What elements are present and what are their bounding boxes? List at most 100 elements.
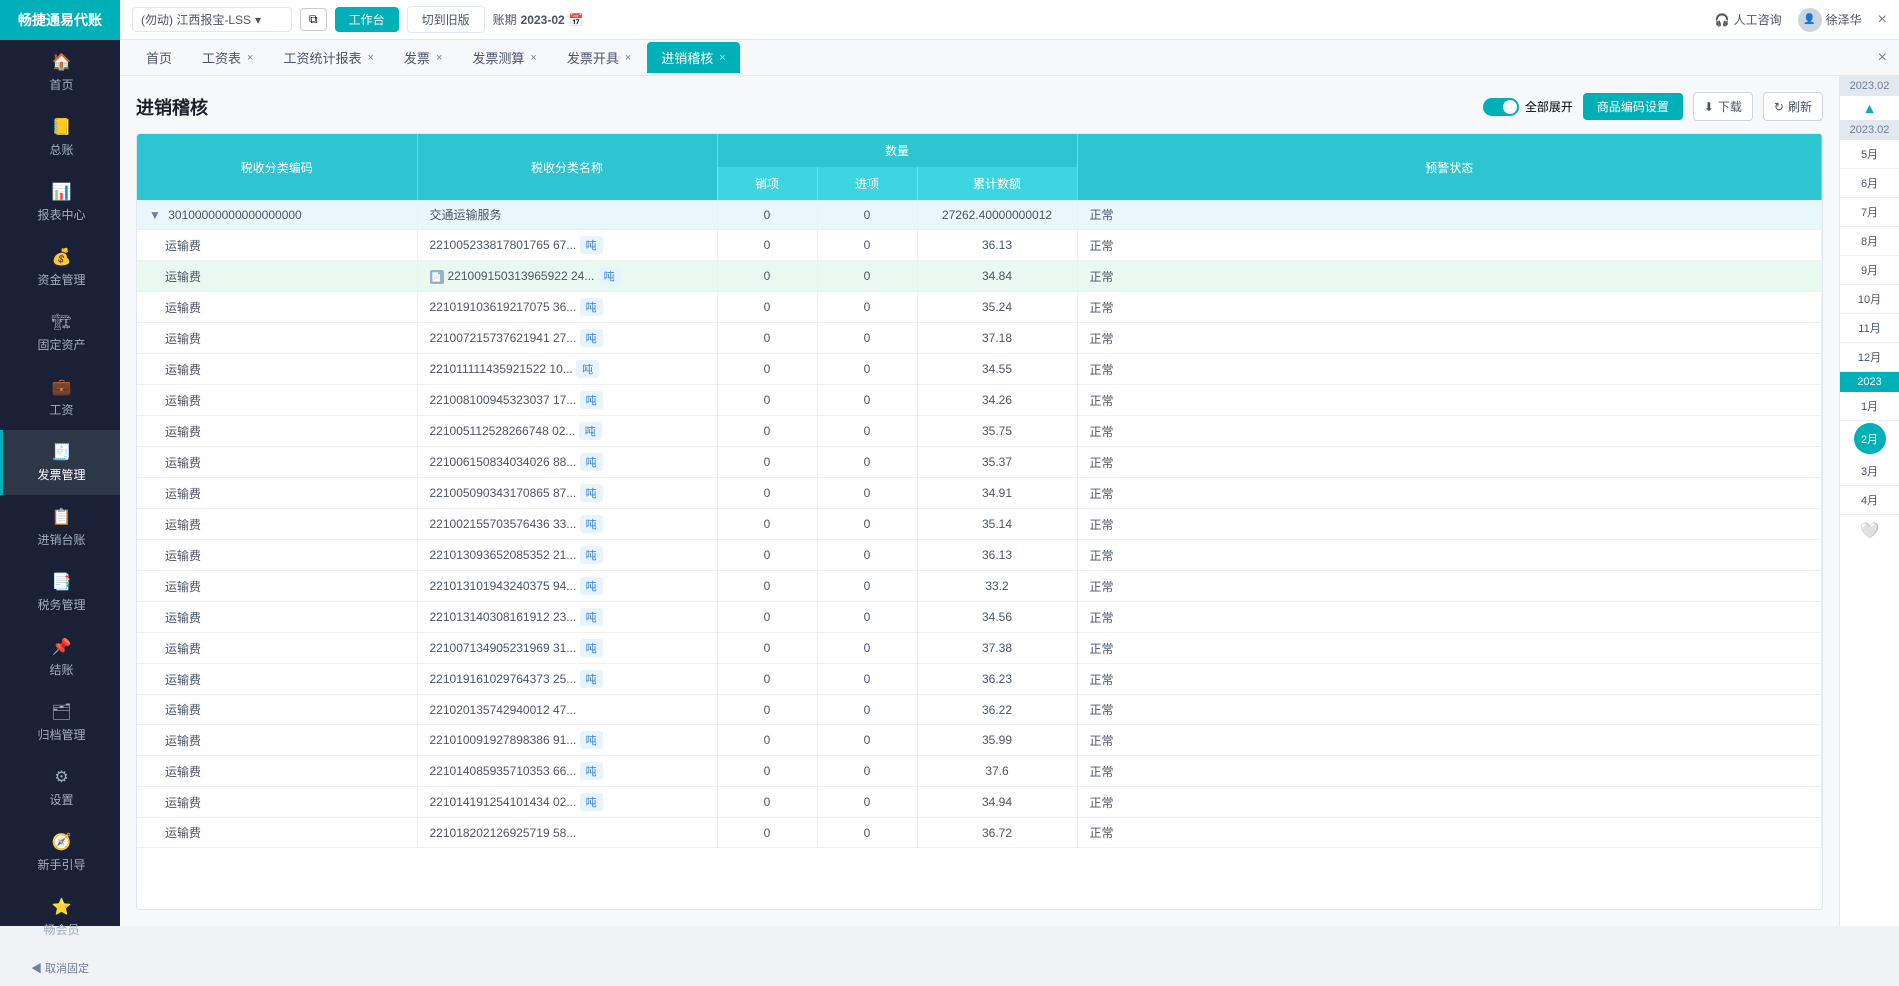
close-icon[interactable]: × (367, 52, 373, 64)
month-10[interactable]: 10月 (1840, 285, 1899, 314)
sidebar-item-member[interactable]: ⭐ 畅会员 (0, 885, 120, 950)
sidebar-item-label: 设置 (49, 791, 73, 808)
sidebar-item-settings[interactable]: ⚙ 设置 (0, 755, 120, 820)
invoices-icon: 🧾 (52, 442, 72, 462)
cell-code: 运输费 (137, 540, 417, 571)
month-12[interactable]: 12月 (1840, 343, 1899, 372)
cell-code: 运输费 (137, 725, 417, 756)
tab-invoice-calc[interactable]: 发票测算 × (458, 42, 550, 73)
table-row[interactable]: 运输费 221019161029764373 25... 吨 0 0 36.23… (137, 664, 1822, 695)
table-row[interactable]: 运输费 221005233817801765 67... 吨 0 0 36.13… (137, 230, 1822, 261)
cell-status: 正常 (1077, 664, 1822, 695)
sidebar-item-tax[interactable]: 📑 税务管理 (0, 560, 120, 625)
cell-invoice: 221014191254101434 02... 吨 (417, 787, 717, 818)
table-row[interactable]: 运输费 221013093652085352 21... 吨 0 0 36.13… (137, 540, 1822, 571)
table-row[interactable]: 运输费 221002155703576436 33... 吨 0 0 35.14… (137, 509, 1822, 540)
cell-sale: 0 (717, 540, 817, 571)
sidebar-item-closing[interactable]: 📌 结账 (0, 625, 120, 690)
table-row[interactable]: 运输费 221005090343170865 87... 吨 0 0 34.91… (137, 478, 1822, 509)
cell-invoice: 221005233817801765 67... 吨 (417, 230, 717, 261)
cell-accum: 37.6 (917, 756, 1077, 787)
table-row[interactable]: 运输费 221007215737621941 27... 吨 0 0 37.18… (137, 323, 1822, 354)
month-5[interactable]: 5月 (1840, 140, 1899, 169)
tab-reconcile[interactable]: 进销稽核 × (647, 42, 739, 73)
month-9[interactable]: 9月 (1840, 256, 1899, 285)
sidebar-item-assets[interactable]: 🏗 固定资产 (0, 300, 120, 365)
avatar: 👤 (1798, 8, 1822, 32)
sidebar-item-payroll[interactable]: 💼 工资 (0, 365, 120, 430)
page-content: 进销稽核 全部展开 商品编码设置 ⬇ 下载 ↻ 刷新 (120, 76, 1839, 926)
download-button[interactable]: ⬇ 下载 (1693, 92, 1753, 121)
closing-icon: 📌 (52, 637, 72, 657)
close-all-button[interactable]: × (1878, 49, 1887, 67)
sidebar-item-guide[interactable]: 🧭 新手引导 (0, 820, 120, 885)
month-7[interactable]: 7月 (1840, 198, 1899, 227)
refresh-button[interactable]: ↻ 刷新 (1763, 92, 1823, 121)
sidebar-item-home[interactable]: 🏠 首页 (0, 40, 120, 105)
month-8[interactable]: 8月 (1840, 227, 1899, 256)
sidebar-item-sales-ledger[interactable]: 📋 进销台账 (0, 495, 120, 560)
table-row[interactable]: 运输费 221007134905231969 31... 吨 0 0 37.38… (137, 633, 1822, 664)
tab-invoice[interactable]: 发票 × (390, 42, 456, 73)
tab-invoice-issue[interactable]: 发票开具 × (553, 42, 645, 73)
reports-icon: 📊 (52, 182, 72, 202)
tab-payroll-table[interactable]: 工资表 × (188, 42, 267, 73)
user-menu[interactable]: 👤 徐泽华 (1798, 8, 1862, 32)
month-11[interactable]: 11月 (1840, 314, 1899, 343)
table-row[interactable]: 运输费 221018202126925719 58... 0 0 36.72 正… (137, 818, 1822, 848)
table-row[interactable]: 运输费 221013101943240375 94... 吨 0 0 33.2 … (137, 571, 1822, 602)
month-2-active[interactable]: 2月 (1854, 423, 1886, 455)
chevron-down-icon: ▾ (255, 13, 261, 27)
cell-buy: 0 (817, 695, 917, 725)
company-selector[interactable]: (勿动) 江西报宝-LSS ▾ (132, 7, 292, 32)
table-row[interactable]: ▼ 30100000000000000000 交通运输服务 0 0 27262.… (137, 200, 1822, 230)
month-3[interactable]: 3月 (1840, 457, 1899, 486)
month-6[interactable]: 6月 (1840, 169, 1899, 198)
sidebar-item-finance[interactable]: 💰 资金管理 (0, 235, 120, 300)
close-icon[interactable]: × (625, 52, 631, 64)
tab-home[interactable]: 首页 (132, 42, 186, 73)
support-link[interactable]: 🎧 人工咨询 (1715, 11, 1782, 28)
scroll-up-arrow[interactable]: ▲ (1840, 96, 1899, 120)
table-row[interactable]: 运输费 221005112528266748 02... 吨 0 0 35.75… (137, 416, 1822, 447)
table-row[interactable]: 运输费 221008100945323037 17... 吨 0 0 34.26… (137, 385, 1822, 416)
switch-version-button[interactable]: 切到旧版 (407, 6, 485, 33)
table-row[interactable]: 运输费 📄221009150313965922 24... 吨 0 0 34.8… (137, 261, 1822, 292)
close-icon[interactable]: × (247, 52, 253, 64)
tag-label: 吨 (580, 608, 603, 626)
copy-button[interactable]: ⧉ (300, 8, 327, 31)
close-icon[interactable]: × (719, 52, 725, 64)
table-row[interactable]: 运输费 221013140308161912 23... 吨 0 0 34.56… (137, 602, 1822, 633)
table-row[interactable]: 运输费 221020135742940012 47... 0 0 36.22 正… (137, 695, 1822, 725)
close-icon[interactable]: × (436, 52, 442, 64)
sidebar-item-invoices[interactable]: 🧾 发票管理 (0, 430, 120, 495)
download-icon: ⬇ (1704, 100, 1714, 114)
table-row[interactable]: 运输费 221019103619217075 36... 吨 0 0 35.24… (137, 292, 1822, 323)
tag-label: 吨 (580, 639, 603, 657)
settings-button[interactable]: 商品编码设置 (1583, 93, 1683, 120)
col-header-name: 税收分类名称 (417, 134, 717, 200)
tab-payroll-stats[interactable]: 工资统计报表 × (269, 42, 387, 73)
table-row[interactable]: 运输费 221010091927898386 91... 吨 0 0 35.99… (137, 725, 1822, 756)
cell-status: 正常 (1077, 385, 1822, 416)
month-1[interactable]: 1月 (1840, 392, 1899, 421)
table-row[interactable]: 运输费 221006150834034026 88... 吨 0 0 35.37… (137, 447, 1822, 478)
sidebar-item-reports[interactable]: 📊 报表中心 (0, 170, 120, 235)
sidebar-item-label: 发票管理 (37, 466, 85, 483)
unpin-button[interactable]: ◀ 取消固定 (0, 950, 120, 986)
table-row[interactable]: 运输费 221011111435921522 10... 吨 0 0 34.55… (137, 354, 1822, 385)
workbench-button[interactable]: 工作台 (335, 7, 399, 32)
month-4[interactable]: 4月 (1840, 486, 1899, 515)
sidebar-item-archive[interactable]: 🗂 归档管理 (0, 690, 120, 755)
cell-code: ▼ 30100000000000000000 (137, 200, 417, 230)
sidebar-item-ledger[interactable]: 📒 总账 (0, 105, 120, 170)
close-icon[interactable]: × (530, 52, 536, 64)
expand-toggle[interactable] (1483, 98, 1519, 116)
table-row[interactable]: 运输费 221014191254101434 02... 吨 0 0 34.94… (137, 787, 1822, 818)
close-button[interactable]: × (1878, 11, 1887, 29)
cell-accum: 35.24 (917, 292, 1077, 323)
cell-status: 正常 (1077, 447, 1822, 478)
tag-label: 吨 (580, 515, 603, 533)
cell-status: 正常 (1077, 540, 1822, 571)
table-row[interactable]: 运输费 221014085935710353 66... 吨 0 0 37.6 … (137, 756, 1822, 787)
